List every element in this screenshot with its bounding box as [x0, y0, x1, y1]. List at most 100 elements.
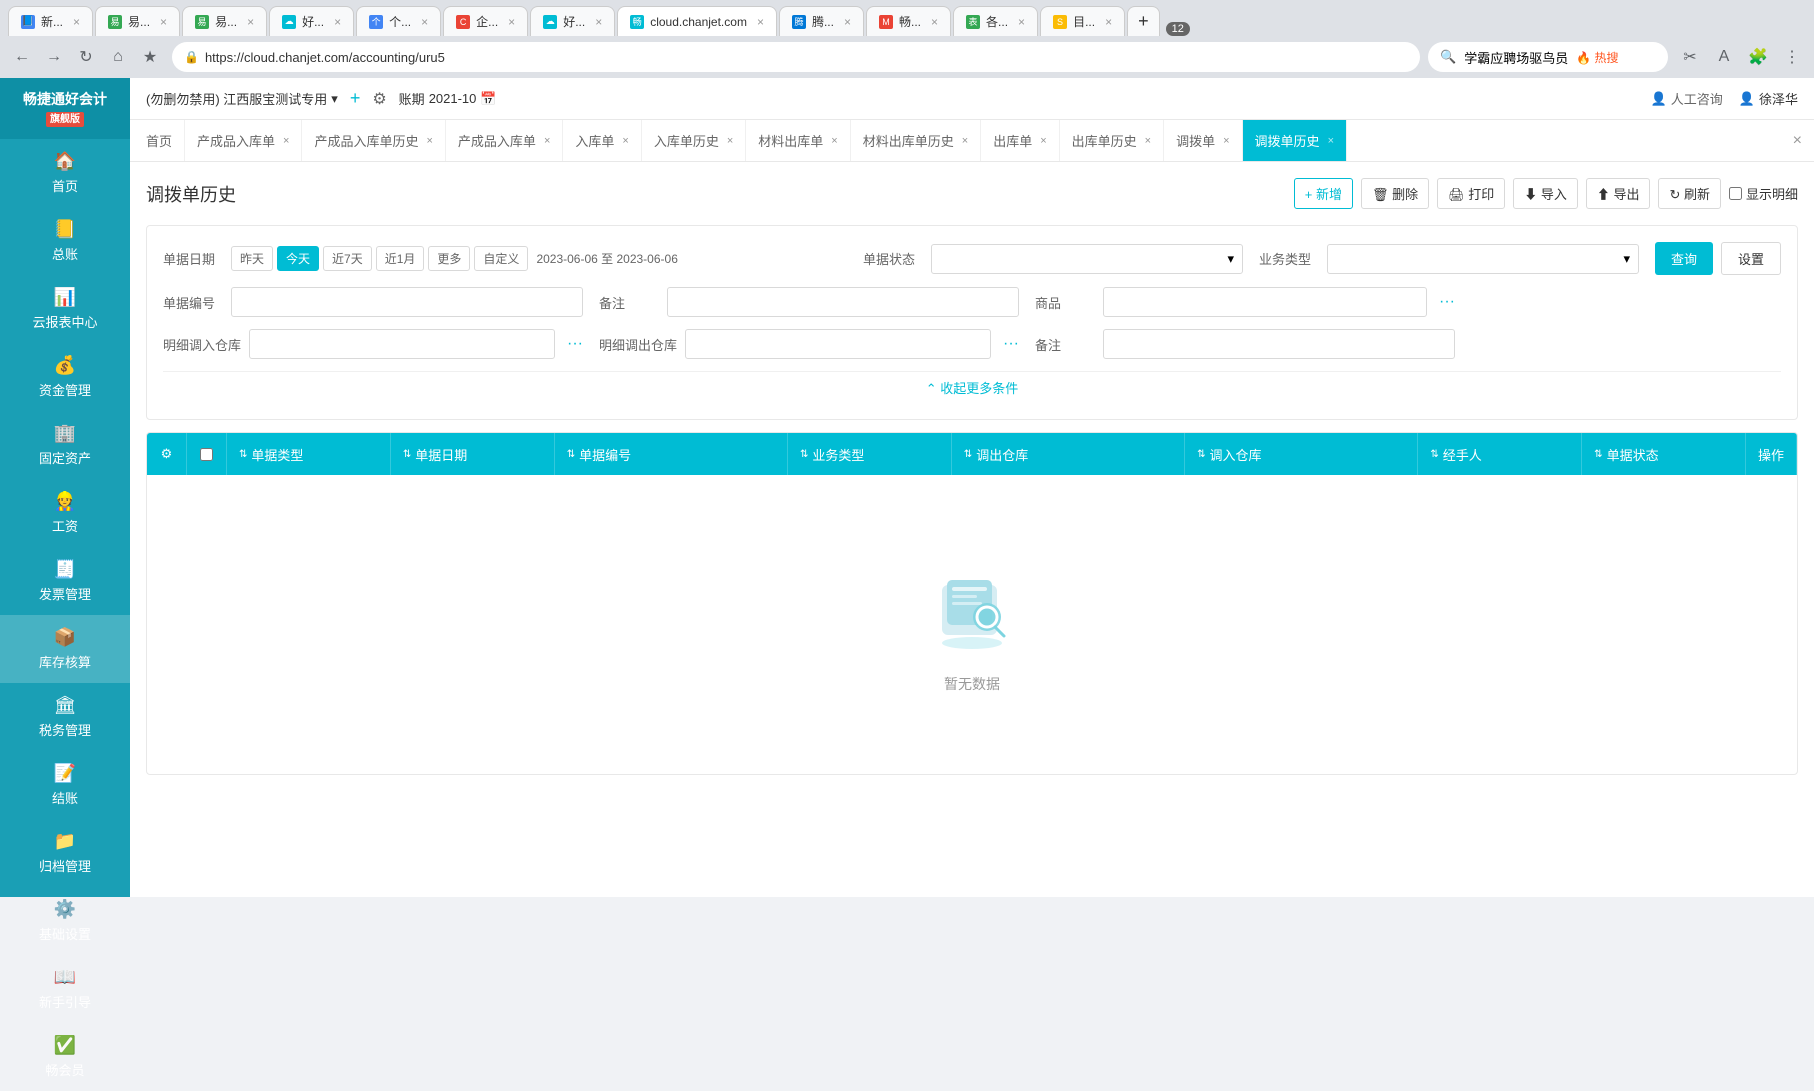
- date-btn-custom[interactable]: 自定义: [474, 246, 528, 271]
- browser-tab-3[interactable]: 易 易... ×: [182, 6, 267, 36]
- app-tab-2[interactable]: 产成品入库单历史 ×: [302, 120, 445, 161]
- th-handler[interactable]: ⇅ 经手人: [1418, 433, 1582, 475]
- app-tab-4[interactable]: 入库单 ×: [563, 120, 641, 161]
- th-settings[interactable]: ⚙: [147, 433, 187, 475]
- app-tab-10[interactable]: 调拨单 ×: [1164, 120, 1242, 161]
- back-button[interactable]: ←: [8, 43, 36, 71]
- app-tab-3[interactable]: 产成品入库单 ×: [446, 120, 563, 161]
- refresh-button[interactable]: ↻: [72, 43, 100, 71]
- browser-tab-7-close[interactable]: ×: [595, 15, 602, 29]
- app-tab-1[interactable]: 产成品入库单 ×: [185, 120, 302, 161]
- app-tab-10-close[interactable]: ×: [1223, 135, 1229, 147]
- browser-tab-1-close[interactable]: ×: [73, 15, 80, 29]
- bookmark-button[interactable]: ★: [136, 43, 164, 71]
- doc-number-input[interactable]: [231, 287, 583, 317]
- date-btn-7days[interactable]: 近7天: [323, 246, 372, 271]
- browser-tab-1[interactable]: 📘 新... ×: [8, 6, 93, 36]
- detail-out-more-icon[interactable]: ···: [1003, 335, 1019, 353]
- translate-icon[interactable]: A: [1710, 43, 1738, 71]
- scissors-icon[interactable]: ✂: [1676, 43, 1704, 71]
- refresh-button-toolbar[interactable]: ↻ 刷新: [1658, 178, 1721, 209]
- period-selector[interactable]: 账期 2021-10 📅: [399, 89, 497, 108]
- search-bar[interactable]: 🔍 学霸应聘场驱鸟员 🔥 热搜: [1428, 42, 1668, 72]
- sidebar-item-ledger[interactable]: 📒 总账: [0, 207, 130, 275]
- tab-bar-close-all[interactable]: ×: [1785, 132, 1810, 150]
- browser-tab-6-close[interactable]: ×: [508, 15, 515, 29]
- sidebar-item-archive[interactable]: 📁 归档管理: [0, 819, 130, 887]
- th-date[interactable]: ⇅ 单据日期: [391, 433, 555, 475]
- app-tab-5[interactable]: 入库单历史 ×: [642, 120, 746, 161]
- sidebar-item-reports[interactable]: 📊 云报表中心: [0, 275, 130, 343]
- status-select[interactable]: ▾: [931, 244, 1243, 274]
- add-company-button[interactable]: +: [350, 88, 361, 109]
- sidebar-item-invoice[interactable]: 🧾 发票管理: [0, 547, 130, 615]
- detail-out-input[interactable]: [685, 329, 991, 359]
- menu-button[interactable]: ⋮: [1778, 43, 1806, 71]
- company-selector[interactable]: (勿删勿禁用) 江西服宝测试专用 ▾: [146, 89, 338, 108]
- sidebar-item-membership[interactable]: ✅ 畅会员: [0, 1023, 130, 1091]
- sidebar-item-funds[interactable]: 💰 资金管理: [0, 343, 130, 411]
- browser-tab-6[interactable]: C 企... ×: [443, 6, 528, 36]
- sidebar-item-inventory[interactable]: 📦 库存核算: [0, 615, 130, 683]
- browser-tab-current[interactable]: 畅 cloud.chanjet.com ×: [617, 6, 777, 36]
- app-tab-1-close[interactable]: ×: [283, 135, 289, 147]
- app-tab-7[interactable]: 材料出库单历史 ×: [851, 120, 981, 161]
- print-button[interactable]: 🖨 打印: [1437, 178, 1505, 209]
- app-tab-6[interactable]: 材料出库单 ×: [746, 120, 850, 161]
- select-all-checkbox[interactable]: [200, 448, 213, 461]
- browser-tab-4[interactable]: ☁ 好... ×: [269, 6, 354, 36]
- forward-button[interactable]: →: [40, 43, 68, 71]
- browser-tab-current-close[interactable]: ×: [757, 15, 764, 29]
- browser-tab-2-close[interactable]: ×: [160, 15, 167, 29]
- th-type[interactable]: ⇅ 单据类型: [227, 433, 391, 475]
- browser-tab-5[interactable]: 个 个... ×: [356, 6, 441, 36]
- browser-tab-9[interactable]: M 畅... ×: [866, 6, 951, 36]
- new-button[interactable]: + 新增: [1294, 178, 1353, 209]
- browser-tab-2[interactable]: 易 易... ×: [95, 6, 180, 36]
- service-button[interactable]: 👤 人工咨询: [1651, 89, 1723, 108]
- date-btn-yesterday[interactable]: 昨天: [231, 246, 273, 271]
- show-cols-checkbox[interactable]: [1729, 187, 1742, 200]
- browser-tab-3-close[interactable]: ×: [247, 15, 254, 29]
- app-tab-9-close[interactable]: ×: [1145, 135, 1151, 147]
- browser-tab-10[interactable]: 表 各... ×: [953, 6, 1038, 36]
- sidebar-item-payroll[interactable]: 👷 工资: [0, 479, 130, 547]
- delete-button[interactable]: 🗑 删除: [1361, 178, 1429, 209]
- sidebar-item-close-books[interactable]: 📝 结账: [0, 751, 130, 819]
- app-tab-11-close[interactable]: ×: [1328, 135, 1334, 147]
- app-tab-4-close[interactable]: ×: [622, 135, 628, 147]
- browser-tab-4-close[interactable]: ×: [334, 15, 341, 29]
- app-tab-6-close[interactable]: ×: [831, 135, 837, 147]
- sidebar-item-tax[interactable]: 🏛 税务管理: [0, 683, 130, 751]
- sidebar-item-settings[interactable]: ⚙️ 基础设置: [0, 887, 130, 955]
- app-tab-5-close[interactable]: ×: [727, 135, 733, 147]
- biz-type-select[interactable]: ▾: [1327, 244, 1639, 274]
- date-btn-1month[interactable]: 近1月: [376, 246, 425, 271]
- sidebar-item-home[interactable]: 🏠 首页: [0, 139, 130, 207]
- browser-tab-8[interactable]: 腾 腾... ×: [779, 6, 864, 36]
- th-in-warehouse[interactable]: ⇅ 调入仓库: [1185, 433, 1418, 475]
- th-checkbox[interactable]: [187, 433, 227, 475]
- remark-input[interactable]: [667, 287, 1019, 317]
- browser-tab-8-close[interactable]: ×: [844, 15, 851, 29]
- new-tab-button[interactable]: +: [1127, 6, 1160, 36]
- address-bar[interactable]: 🔒 https://cloud.chanjet.com/accounting/u…: [172, 42, 1420, 72]
- browser-tab-10-close[interactable]: ×: [1018, 15, 1025, 29]
- app-tab-11[interactable]: 调拨单历史 ×: [1243, 120, 1347, 161]
- browser-tab-11-close[interactable]: ×: [1105, 15, 1112, 29]
- th-status[interactable]: ⇅ 单据状态: [1582, 433, 1746, 475]
- goods-input[interactable]: [1103, 287, 1427, 317]
- detail-in-more-icon[interactable]: ···: [567, 335, 583, 353]
- app-tab-8[interactable]: 出库单 ×: [981, 120, 1059, 161]
- export-button[interactable]: ⬆ 导出: [1586, 178, 1651, 209]
- date-btn-today[interactable]: 今天: [277, 246, 319, 271]
- app-tab-2-close[interactable]: ×: [426, 135, 432, 147]
- user-info[interactable]: 👤 徐泽华: [1739, 89, 1798, 108]
- import-button[interactable]: ⬇ 导入: [1513, 178, 1578, 209]
- browser-tab-7[interactable]: ☁ 好... ×: [530, 6, 615, 36]
- query-button[interactable]: 查询: [1655, 242, 1713, 275]
- th-number[interactable]: ⇅ 单据编号: [555, 433, 788, 475]
- detail-in-input[interactable]: [249, 329, 555, 359]
- app-tab-home[interactable]: 首页: [134, 120, 185, 161]
- sidebar-item-guide[interactable]: 📖 新手引导: [0, 955, 130, 1023]
